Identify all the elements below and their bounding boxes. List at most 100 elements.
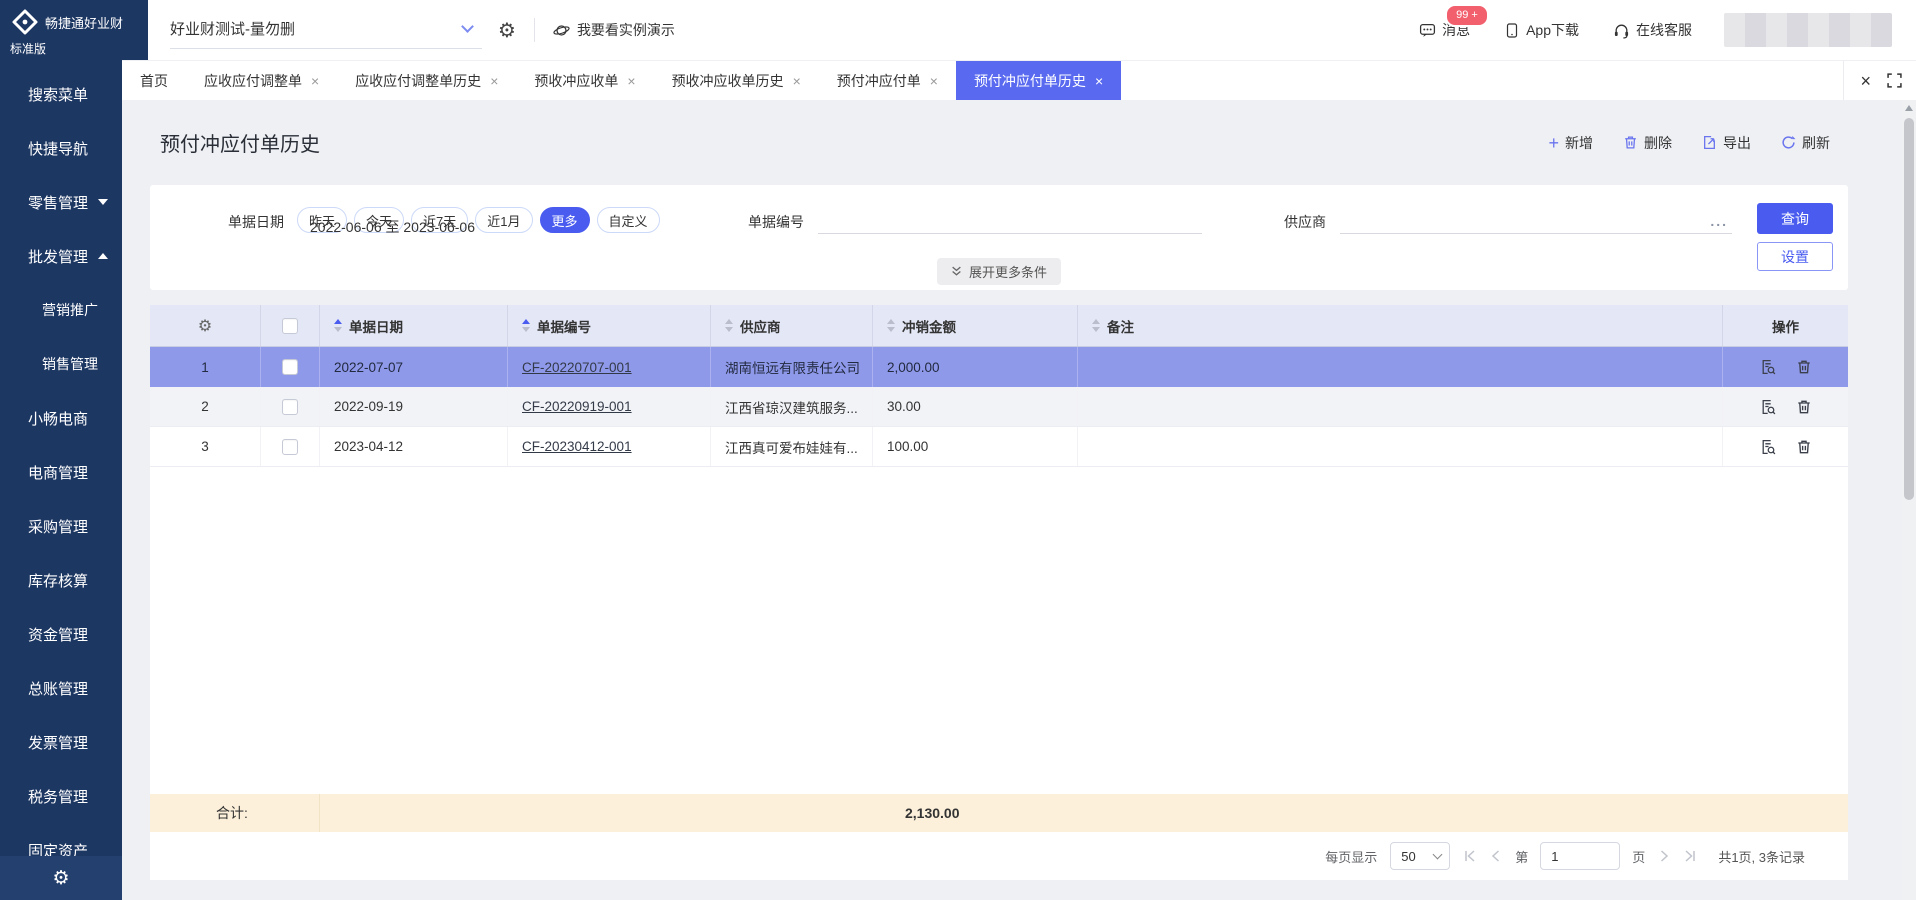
view-detail-icon[interactable] (1760, 399, 1776, 415)
add-button[interactable]: + 新增 (1548, 133, 1593, 153)
close-icon[interactable]: × (490, 73, 498, 89)
sort-icons[interactable] (1092, 319, 1100, 332)
header-remark[interactable]: 备注 (1078, 305, 1723, 346)
close-icon[interactable]: × (311, 73, 319, 89)
scroll-up-arrow-icon[interactable] (1905, 105, 1913, 111)
settings-gear-icon[interactable]: ⚙ (498, 20, 516, 40)
doc-no-link[interactable]: CF-20230412-001 (522, 439, 632, 454)
messages-button[interactable]: 消息 99 + (1419, 20, 1470, 40)
page-number-input[interactable] (1540, 842, 1620, 870)
export-button[interactable]: 导出 (1702, 133, 1751, 153)
header-supplier[interactable]: 供应商 (711, 305, 873, 346)
topbar: 好业财测试-量勿删 ⚙ 我要看实例演示 消息 99 + App下载 (148, 0, 1916, 60)
sidebar-item-xiaochang-ecommerce[interactable]: 小畅电商 (0, 391, 122, 445)
row-amount: 2,000.00 (873, 347, 1078, 387)
pill-more[interactable]: 更多 (540, 207, 590, 233)
sidebar-item-general-ledger[interactable]: 总账管理 (0, 661, 122, 715)
tab-advance-receipt-offset-history[interactable]: 预收冲应收单历史× (654, 61, 819, 100)
tab-advance-receipt-offset[interactable]: 预收冲应收单× (516, 61, 653, 100)
sort-icons[interactable] (887, 319, 895, 332)
close-all-tabs-icon[interactable]: × (1860, 72, 1871, 90)
tab-ar-ap-adjust[interactable]: 应收应付调整单× (186, 61, 337, 100)
close-icon[interactable]: × (793, 73, 801, 89)
fullscreen-icon[interactable] (1887, 73, 1902, 88)
refresh-button[interactable]: 刷新 (1781, 133, 1830, 153)
sort-icons[interactable] (725, 319, 733, 332)
last-page-button[interactable] (1683, 849, 1697, 863)
row-supplier: 江西真可爱布娃娃有... (711, 427, 873, 466)
trash-icon[interactable] (1796, 399, 1812, 415)
records-summary: 共1页, 3条记录 (1718, 847, 1805, 866)
online-support-button[interactable]: 在线客服 (1613, 20, 1692, 40)
brand-block: 畅捷通好业财 标准版 (0, 0, 148, 60)
per-page-select[interactable]: 50 (1390, 842, 1450, 870)
row-checkbox[interactable] (282, 399, 298, 415)
close-icon[interactable]: × (1095, 73, 1103, 89)
sidebar-item-quick-nav[interactable]: 快捷导航 (0, 121, 122, 175)
supplier-input[interactable]: ... (1340, 207, 1732, 234)
sidebar-settings-bar[interactable]: ⚙ (0, 856, 122, 900)
user-account-blurred[interactable] (1724, 13, 1892, 47)
supplier-more-button[interactable]: ... (1710, 213, 1732, 233)
table-row[interactable]: 2 2022-09-19 CF-20220919-001 江西省琼汉建筑服务..… (150, 387, 1848, 427)
sidebar-item-invoice[interactable]: 发票管理 (0, 715, 122, 769)
page-header: 预付冲应付单历史 + 新增 删除 导出 (122, 100, 1902, 185)
gear-icon: ⚙ (52, 869, 69, 888)
scrollbar-thumb[interactable] (1904, 118, 1914, 500)
row-checkbox[interactable] (282, 439, 298, 455)
sidebar-item-wholesale[interactable]: 批发管理 (0, 229, 122, 283)
row-checkbox[interactable] (282, 359, 298, 375)
sidebar-item-tax[interactable]: 税务管理 (0, 769, 122, 823)
doc-no-link[interactable]: CF-20220707-001 (522, 360, 632, 375)
sort-icons[interactable] (522, 319, 530, 332)
sidebar-item-search-menu[interactable]: 搜索菜单 (0, 67, 122, 121)
doc-no-link[interactable]: CF-20220919-001 (522, 399, 632, 414)
header-amount[interactable]: 冲销金额 (873, 305, 1078, 346)
delete-button[interactable]: 删除 (1623, 133, 1672, 153)
app-download-button[interactable]: App下载 (1504, 20, 1579, 40)
table-row[interactable]: 3 2023-04-12 CF-20230412-001 江西真可爱布娃娃有..… (150, 427, 1848, 467)
toolbar: + 新增 删除 导出 刷新 (1548, 133, 1830, 153)
header-doc-date[interactable]: 单据日期 (320, 305, 508, 346)
view-detail-icon[interactable] (1760, 439, 1776, 455)
tab-ar-ap-adjust-history[interactable]: 应收应付调整单历史× (337, 61, 516, 100)
planet-icon (553, 22, 570, 39)
pill-last1month[interactable]: 近1月 (475, 207, 532, 233)
row-date: 2022-07-07 (320, 347, 508, 387)
close-icon[interactable]: × (627, 73, 635, 89)
doc-no-input[interactable] (818, 207, 1202, 234)
total-amount: 2,130.00 (873, 805, 960, 821)
sidebar-item-purchase[interactable]: 采购管理 (0, 499, 122, 553)
column-settings-cell[interactable]: ⚙ (150, 305, 261, 346)
demo-link[interactable]: 我要看实例演示 (553, 20, 675, 40)
sort-icons[interactable] (334, 319, 342, 332)
sidebar-item-inventory[interactable]: 库存核算 (0, 553, 122, 607)
date-range-value[interactable]: 2022-06-06 至 2023-06-06 (310, 217, 475, 237)
trash-icon[interactable] (1796, 439, 1812, 455)
next-page-button[interactable] (1657, 849, 1671, 863)
sidebar-item-ecommerce[interactable]: 电商管理 (0, 445, 122, 499)
sidebar-item-fixed-assets[interactable]: 固定资产 (0, 823, 122, 856)
tab-home[interactable]: 首页 (122, 61, 186, 100)
chanjet-logo-icon (10, 7, 40, 37)
search-button[interactable]: 查询 (1757, 203, 1833, 234)
header-doc-no[interactable]: 单据编号 (508, 305, 711, 346)
vertical-scrollbar[interactable] (1902, 100, 1916, 900)
trash-icon[interactable] (1796, 359, 1812, 375)
select-all-checkbox[interactable] (282, 318, 298, 334)
close-icon[interactable]: × (930, 73, 938, 89)
workspace-selector[interactable]: 好业财测试-量勿删 (170, 12, 482, 49)
expand-more-conditions-button[interactable]: 展开更多条件 (937, 258, 1061, 285)
tab-prepay-offset-history[interactable]: 预付冲应付单历史× (956, 61, 1121, 100)
sidebar-item-sales[interactable]: 销售管理 (0, 337, 122, 391)
sidebar-item-funds[interactable]: 资金管理 (0, 607, 122, 661)
first-page-button[interactable] (1463, 849, 1477, 863)
settings-button[interactable]: 设置 (1757, 242, 1833, 271)
view-detail-icon[interactable] (1760, 359, 1776, 375)
tab-prepay-offset[interactable]: 预付冲应付单× (819, 61, 956, 100)
table-row[interactable]: 1 2022-07-07 CF-20220707-001 湖南恒远有限责任公司 … (150, 347, 1848, 387)
prev-page-button[interactable] (1489, 849, 1503, 863)
sidebar-item-retail[interactable]: 零售管理 (0, 175, 122, 229)
pill-custom[interactable]: 自定义 (597, 207, 660, 233)
sidebar-item-marketing[interactable]: 营销推广 (0, 283, 122, 337)
